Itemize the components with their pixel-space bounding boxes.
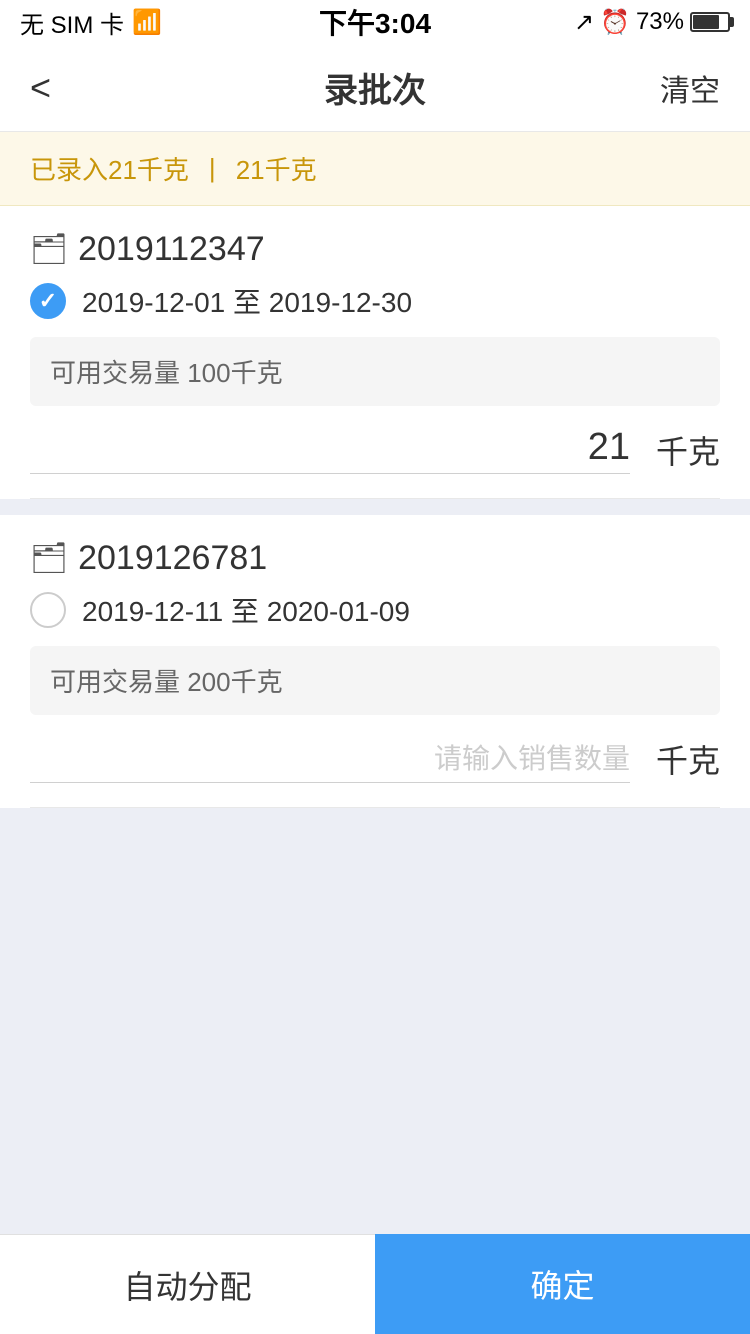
banner-divider: |	[209, 153, 216, 184]
batch-item-2: 🗂 2019126781 2019-12-11 至 2020-01-09 可用交…	[0, 515, 750, 808]
batch2-quantity-row: 千克	[30, 715, 720, 808]
status-right: ↗ ⏰ 73%	[574, 8, 730, 37]
status-bar: 无 SIM 卡 📶 下午3:04 ↗ ⏰ 73%	[0, 0, 750, 44]
batch1-quantity-row: 千克	[30, 406, 720, 499]
batch-item-1: 🗂 2019112347 2019-12-01 至 2019-12-30 可用交…	[0, 206, 750, 499]
page-title: 录批次	[324, 63, 426, 112]
clear-button[interactable]: 清空	[660, 66, 720, 110]
batch2-date: 2019-12-11 至 2020-01-09	[82, 590, 410, 630]
batch2-header: 🗂 2019126781	[30, 539, 720, 578]
info-banner: 已录入21千克 | 21千克	[0, 132, 750, 206]
carrier-text: 无 SIM 卡	[20, 5, 124, 40]
status-time: 下午3:04	[319, 2, 431, 42]
empty-area	[0, 808, 750, 1238]
battery-percent: 73%	[636, 8, 684, 36]
alarm-icon: ⏰	[600, 8, 630, 37]
batch1-quantity-underline	[30, 426, 630, 474]
batch2-date-row[interactable]: 2019-12-11 至 2020-01-09	[30, 590, 720, 630]
back-button[interactable]: <	[30, 67, 51, 109]
batch1-date-row[interactable]: 2019-12-01 至 2019-12-30	[30, 281, 720, 321]
batch1-date: 2019-12-01 至 2019-12-30	[82, 281, 412, 321]
confirm-button[interactable]: 确定	[375, 1234, 750, 1334]
wifi-icon: 📶	[132, 8, 162, 37]
auto-distribute-button[interactable]: 自动分配	[0, 1234, 375, 1334]
batch2-icon: 🗂	[30, 541, 68, 576]
batch1-id: 2019112347	[78, 230, 265, 269]
batch1-radio[interactable]	[30, 283, 66, 319]
nav-bar: < 录批次 清空	[0, 44, 750, 132]
batch1-unit: 千克	[656, 427, 720, 473]
battery-icon	[690, 12, 730, 32]
bottom-bar: 自动分配 确定	[0, 1234, 750, 1334]
batch2-quantity-underline	[30, 735, 630, 783]
batch2-id: 2019126781	[78, 539, 267, 578]
batch2-radio[interactable]	[30, 592, 66, 628]
batch1-available: 可用交易量 100千克	[30, 337, 720, 406]
batch1-header: 🗂 2019112347	[30, 230, 720, 269]
location-icon: ↗	[574, 8, 594, 37]
batch2-available: 可用交易量 200千克	[30, 646, 720, 715]
batch1-quantity-input[interactable]	[430, 426, 630, 469]
batch1-icon: 🗂	[30, 232, 68, 267]
recorded-value: 21千克	[236, 150, 317, 187]
recorded-label: 已录入21千克	[30, 150, 189, 187]
section-separator-1	[0, 499, 750, 515]
batch2-quantity-input[interactable]	[430, 735, 630, 778]
status-left: 无 SIM 卡 📶	[20, 5, 162, 40]
batch2-unit: 千克	[656, 736, 720, 782]
